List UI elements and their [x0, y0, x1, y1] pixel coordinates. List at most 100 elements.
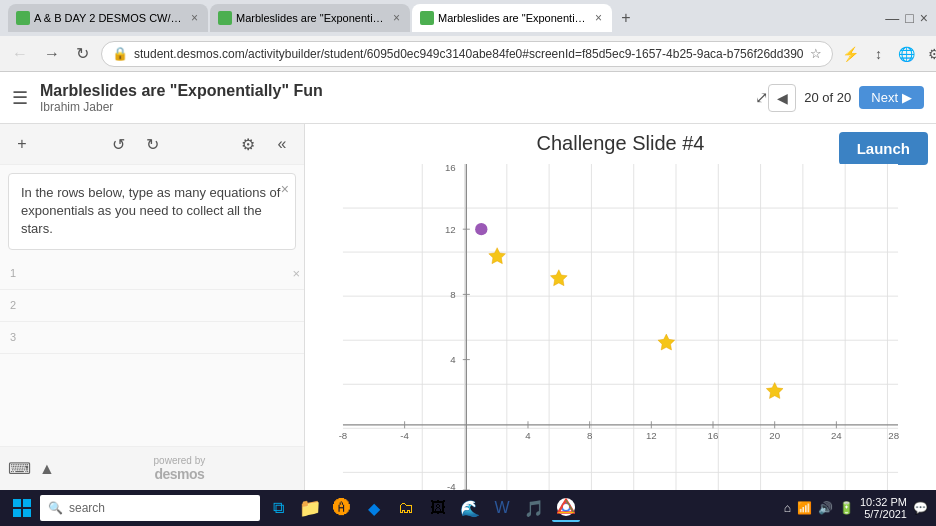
dropbox-app[interactable]: ◆: [360, 494, 388, 522]
taskbar-search-bar[interactable]: 🔍 search: [40, 495, 260, 521]
collapse-panel-button[interactable]: «: [268, 130, 296, 158]
volume-icon[interactable]: 🔊: [818, 501, 833, 515]
chrome-icon: [557, 498, 575, 516]
forward-button[interactable]: →: [40, 43, 64, 65]
settings-icon[interactable]: ⚙: [925, 44, 937, 64]
svg-point-57: [563, 504, 569, 510]
new-tab-button[interactable]: +: [614, 6, 638, 30]
svg-text:28: 28: [888, 430, 899, 441]
tab3-favicon: [420, 11, 434, 25]
next-slide-button[interactable]: Next ▶: [859, 86, 924, 109]
system-date: 5/7/2021: [860, 508, 907, 520]
svg-text:-4: -4: [447, 481, 456, 490]
address-bar: ← → ↻ 🔒 student.desmos.com/activitybuild…: [0, 36, 936, 72]
powered-by-text: powered by: [63, 455, 296, 466]
file-icon: 🗂: [398, 499, 414, 517]
translate-icon[interactable]: 🌐: [897, 44, 917, 64]
taskbar: 🔍 search ⧉ 📁 🅐 ◆ 🗂 🖼 🌊 W 🎵: [0, 490, 936, 526]
dropbox-icon: ◆: [368, 499, 380, 518]
expression-row-2: 2: [0, 290, 304, 322]
expression-input-1[interactable]: [20, 260, 288, 287]
url-text: student.desmos.com/activitybuilder/stude…: [134, 47, 804, 61]
taskbar-search-icon: 🔍: [48, 501, 63, 515]
chrome-active-app[interactable]: [552, 494, 580, 522]
desmos-brand: desmos: [63, 466, 296, 482]
card-close-icon[interactable]: ×: [281, 180, 289, 200]
notifications-icon[interactable]: 💬: [913, 501, 928, 515]
undo-button[interactable]: ↺: [104, 130, 132, 158]
expression-row-1: 1 ×: [0, 258, 304, 290]
keyboard-icon[interactable]: ⌨: [8, 459, 31, 478]
windows-start-button[interactable]: [8, 494, 36, 522]
music-icon: 🎵: [524, 499, 544, 518]
close-window-icon[interactable]: ×: [920, 10, 928, 26]
maximize-icon[interactable]: □: [905, 10, 913, 26]
tab2-close[interactable]: ×: [391, 11, 402, 25]
expand-icon[interactable]: ⤢: [755, 88, 768, 107]
explorer-icon: 📁: [299, 497, 321, 519]
refresh-button[interactable]: ↻: [72, 42, 93, 65]
explorer-app[interactable]: 📁: [296, 494, 324, 522]
expression-input-3[interactable]: [20, 324, 304, 351]
tab3-close[interactable]: ×: [593, 11, 604, 25]
hamburger-menu-icon[interactable]: ☰: [12, 87, 28, 109]
word-app[interactable]: W: [488, 494, 516, 522]
edge-icon: 🌊: [460, 499, 480, 518]
page-counter: 20 of 20: [804, 90, 851, 105]
edge-app[interactable]: 🌊: [456, 494, 484, 522]
svg-rect-52: [23, 499, 31, 507]
music-app[interactable]: 🎵: [520, 494, 548, 522]
svg-rect-51: [13, 499, 21, 507]
taskbar-search-text: search: [69, 501, 105, 515]
launch-button[interactable]: Launch: [839, 132, 928, 165]
keypad-area: ⌨ ▲ powered by desmos: [0, 446, 304, 490]
extensions-icon[interactable]: ⚡: [841, 44, 861, 64]
tab-1[interactable]: A & B DAY 2 DESMOS CW/HW: ×: [8, 4, 208, 32]
system-tray: ⌂ 📶 🔊 🔋 10:32 PM 5/7/2021 💬: [784, 496, 928, 520]
marble: [475, 223, 487, 235]
graph-area: Challenge Slide #4 Launch: [305, 124, 936, 490]
prev-slide-button[interactable]: ◀: [768, 84, 796, 112]
redo-button[interactable]: ↻: [138, 130, 166, 158]
expression-note-card: × In the rows below, type as many equati…: [8, 173, 296, 250]
photos-app[interactable]: 🖼: [424, 494, 452, 522]
tray-icon-1[interactable]: ⌂: [784, 501, 791, 515]
header-title: Marbleslides are "Exponentially" Fun Ibr…: [40, 82, 747, 114]
tab3-label: Marbleslides are "Exponentially" Fun: [438, 12, 589, 24]
left-panel: + ↺ ↻ ⚙ « × In the rows below, type as m…: [0, 124, 305, 490]
svg-rect-54: [23, 509, 31, 517]
system-time: 10:32 PM: [860, 496, 907, 508]
settings-panel-button[interactable]: ⚙: [234, 130, 262, 158]
back-button[interactable]: ←: [8, 43, 32, 65]
expression-input-2[interactable]: [20, 292, 304, 319]
row1-close-icon[interactable]: ×: [288, 262, 304, 285]
lock-icon: 🔒: [112, 46, 128, 61]
add-expression-button[interactable]: +: [8, 130, 36, 158]
svg-text:4: 4: [450, 354, 456, 365]
star-bookmark-icon[interactable]: ☆: [810, 46, 822, 61]
svg-text:24: 24: [831, 430, 842, 441]
minimize-icon[interactable]: —: [885, 10, 899, 26]
svg-text:4: 4: [525, 430, 531, 441]
next-arrow-icon: ▶: [902, 90, 912, 105]
battery-icon[interactable]: 🔋: [839, 501, 854, 515]
task-view-button[interactable]: ⧉: [264, 494, 292, 522]
url-bar[interactable]: 🔒 student.desmos.com/activitybuilder/stu…: [101, 41, 833, 67]
keypad-expand-icon[interactable]: ▲: [39, 460, 55, 478]
svg-text:8: 8: [450, 289, 455, 300]
tab-3[interactable]: Marbleslides are "Exponentially" Fun ×: [412, 4, 612, 32]
panel-toolbar: + ↺ ↻ ⚙ «: [0, 124, 304, 165]
tab-2[interactable]: Marbleslides are "Exponentially" Fun ×: [210, 4, 410, 32]
svg-text:12: 12: [646, 430, 657, 441]
desmos-header: ☰ Marbleslides are "Exponentially" Fun I…: [0, 72, 936, 124]
amazon-app[interactable]: 🅐: [328, 494, 356, 522]
sync-icon[interactable]: ↕: [869, 44, 889, 64]
network-icon[interactable]: 📶: [797, 501, 812, 515]
browser-toolbar: ⚡ ↕ 🌐 ⚙ 🧩 ⋮ A: [841, 43, 937, 65]
tab1-close[interactable]: ×: [189, 11, 200, 25]
svg-text:12: 12: [445, 224, 456, 235]
activity-title: Marbleslides are "Exponentially" Fun: [40, 82, 747, 100]
task-view-icon: ⧉: [273, 499, 284, 517]
header-nav: ◀ 20 of 20 Next ▶: [768, 84, 924, 112]
file-manager-app[interactable]: 🗂: [392, 494, 420, 522]
